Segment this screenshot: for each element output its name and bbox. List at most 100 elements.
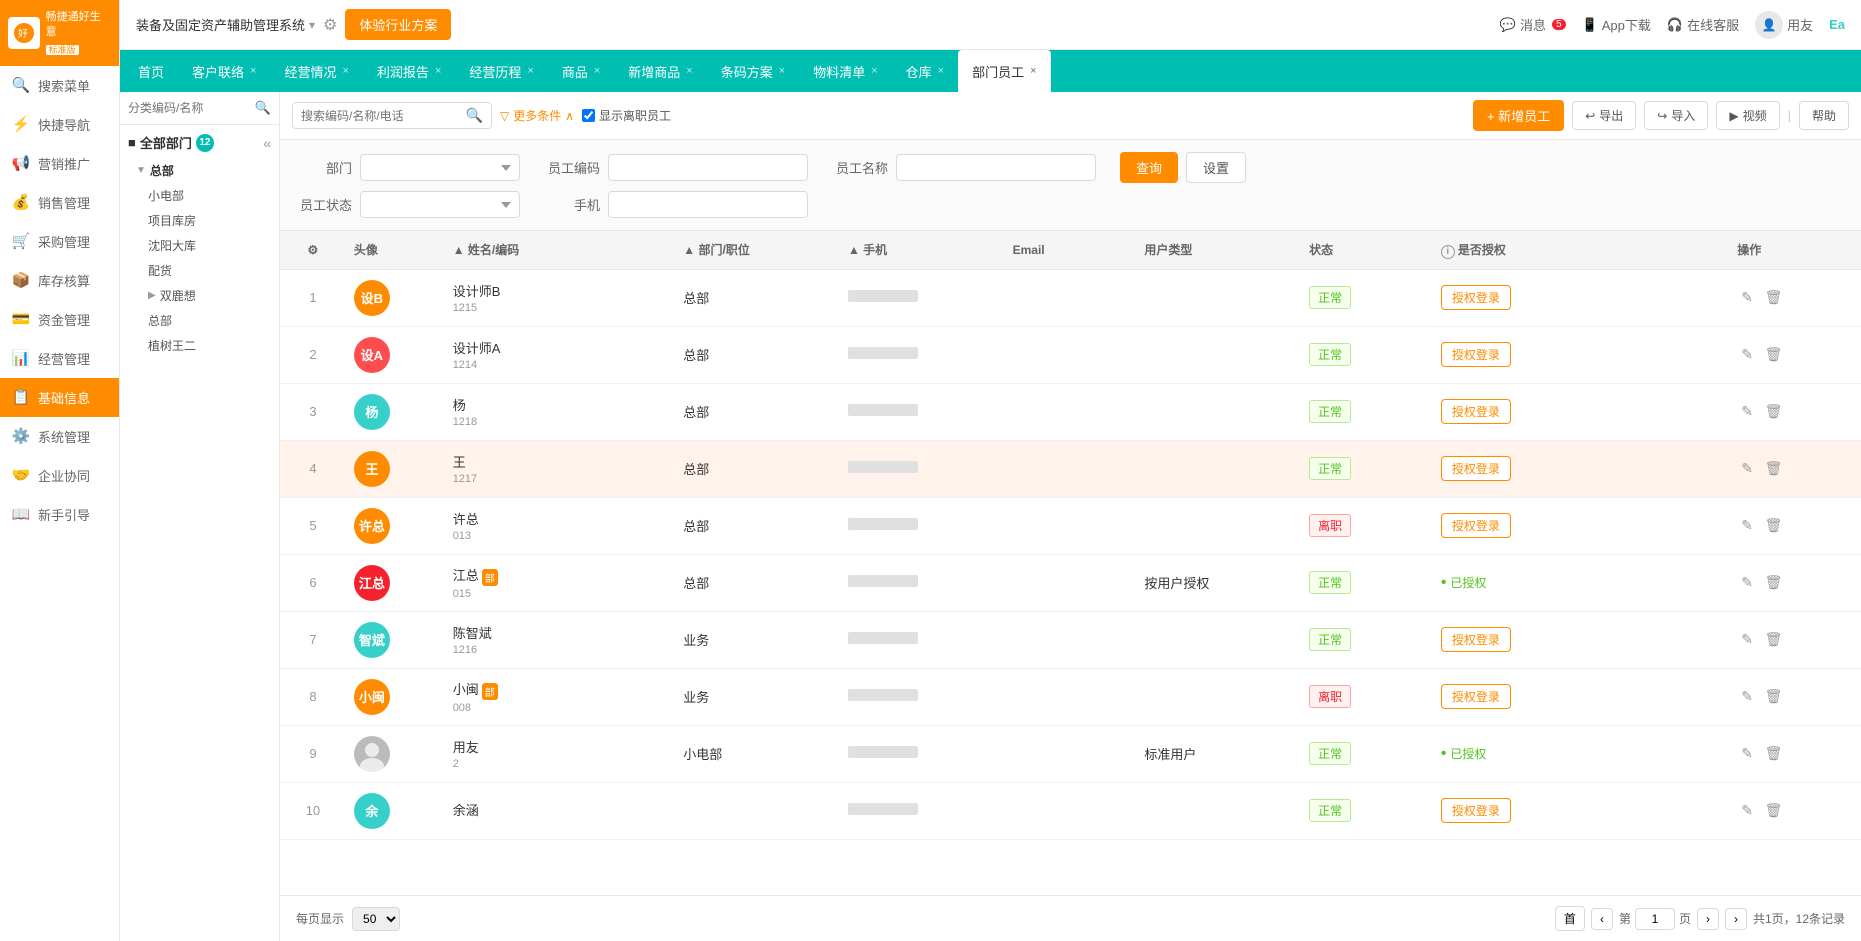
sidebar-item-销售管理[interactable]: 💰销售管理 [0, 183, 119, 222]
tab-close-icon[interactable]: × [686, 65, 692, 77]
next-page-button[interactable]: › [1697, 908, 1719, 930]
tab-close-icon[interactable]: × [871, 65, 877, 77]
col-name[interactable]: ▲ 姓名/编码 [445, 231, 676, 269]
tab-close-icon[interactable]: × [527, 65, 533, 77]
edit-button[interactable]: ✎ [1737, 458, 1757, 479]
dept-node-双鹿想[interactable]: ▶双鹿想 [128, 283, 271, 308]
employee-search-input[interactable] [301, 109, 462, 123]
sidebar-item-基础信息[interactable]: 📋基础信息 [0, 378, 119, 417]
tab-物料清单[interactable]: 物料清单× [799, 50, 891, 92]
help-button[interactable]: 帮助 [1799, 101, 1849, 130]
auth-button[interactable]: 授权登录 [1441, 627, 1511, 652]
tab-close-icon[interactable]: × [594, 65, 600, 77]
dept-search-input[interactable] [128, 101, 255, 115]
edit-button[interactable]: ✎ [1737, 344, 1757, 365]
auth-button[interactable]: 授权登录 [1441, 399, 1511, 424]
sidebar-item-库存核算[interactable]: 📦库存核算 [0, 261, 119, 300]
delete-button[interactable]: 🗑 [1761, 401, 1787, 422]
dept-node-小电部[interactable]: 小电部 [128, 183, 271, 208]
tab-close-icon[interactable]: × [938, 65, 944, 77]
query-button[interactable]: 查询 [1120, 152, 1178, 183]
message-button[interactable]: 💬 消息 5 [1500, 15, 1566, 34]
auth-button[interactable]: 授权登录 [1441, 456, 1511, 481]
delete-button[interactable]: 🗑 [1761, 743, 1787, 764]
tab-close-icon[interactable]: × [1030, 65, 1036, 77]
tab-close-icon[interactable]: × [779, 65, 785, 77]
sidebar-item-搜索菜单[interactable]: 🔍搜索菜单 [0, 66, 119, 105]
show-dimission-checkbox[interactable]: 显示离职员工 [582, 107, 671, 124]
dept-node-项目库房[interactable]: 项目库房 [128, 208, 271, 233]
sidebar-item-快捷导航[interactable]: ⚡快捷导航 [0, 105, 119, 144]
edit-button[interactable]: ✎ [1737, 800, 1757, 821]
delete-button[interactable]: 🗑 [1761, 515, 1787, 536]
import-button[interactable]: ↪ 导入 [1644, 101, 1708, 130]
sidebar-item-采购管理[interactable]: 🛒采购管理 [0, 222, 119, 261]
settings-icon[interactable]: ⚙ [323, 15, 337, 35]
add-employee-button[interactable]: + 新增员工 [1473, 100, 1564, 131]
tab-close-icon[interactable]: × [250, 65, 256, 77]
sidebar-item-系统管理[interactable]: ⚙️系统管理 [0, 417, 119, 456]
sidebar-item-新手引导[interactable]: 📖新手引导 [0, 495, 119, 534]
page-input[interactable] [1635, 908, 1675, 930]
dept-node-植树王二[interactable]: 植树王二 [128, 333, 271, 358]
delete-button[interactable]: 🗑 [1761, 344, 1787, 365]
reset-button[interactable]: 设置 [1186, 152, 1246, 183]
auth-button[interactable]: 授权登录 [1441, 342, 1511, 367]
first-page-button[interactable]: 首 [1555, 906, 1585, 931]
edit-button[interactable]: ✎ [1737, 401, 1757, 422]
dept-node-配货[interactable]: 配货 [128, 258, 271, 283]
auth-button[interactable]: 授权登录 [1441, 684, 1511, 709]
delete-button[interactable]: 🗑 [1761, 800, 1787, 821]
delete-button[interactable]: 🗑 [1761, 686, 1787, 707]
tab-条码方案[interactable]: 条码方案× [707, 50, 799, 92]
tab-新增商品[interactable]: 新增商品× [614, 50, 706, 92]
dept-all-button[interactable]: ■ 全部部门 12 [128, 133, 214, 152]
dept-node-总部[interactable]: 总部 [128, 308, 271, 333]
delete-button[interactable]: 🗑 [1761, 287, 1787, 308]
auth-button[interactable]: 授权登录 [1441, 285, 1511, 310]
dimission-checkbox[interactable] [582, 109, 595, 122]
delete-button[interactable]: 🗑 [1761, 629, 1787, 650]
emp-name-input[interactable] [896, 154, 1096, 181]
export-button[interactable]: ↩ 导出 [1572, 101, 1636, 130]
last-page-button[interactable]: › [1725, 908, 1747, 930]
trial-button[interactable]: 体验行业方案 [345, 9, 451, 40]
edit-button[interactable]: ✎ [1737, 686, 1757, 707]
tab-经营情况[interactable]: 经营情况× [270, 50, 362, 92]
tab-利润报告[interactable]: 利润报告× [363, 50, 455, 92]
dept-filter-select[interactable] [360, 154, 520, 181]
tab-部门员工[interactable]: 部门员工× [958, 50, 1050, 92]
dropdown-arrow-icon[interactable]: ▾ [309, 18, 315, 32]
edit-button[interactable]: ✎ [1737, 515, 1757, 536]
tab-客户联络[interactable]: 客户联络× [178, 50, 270, 92]
tab-首页[interactable]: 首页 [124, 50, 178, 92]
edit-button[interactable]: ✎ [1737, 743, 1757, 764]
more-filter-button[interactable]: ▽ 更多条件 ∧ [500, 107, 574, 124]
app-download-button[interactable]: 📱 App下载 [1582, 15, 1651, 34]
col-settings[interactable]: ⚙ [280, 231, 346, 269]
tab-仓库[interactable]: 仓库× [892, 50, 958, 92]
edit-button[interactable]: ✎ [1737, 629, 1757, 650]
emp-status-select[interactable] [360, 191, 520, 218]
tab-close-icon[interactable]: × [435, 65, 441, 77]
edit-button[interactable]: ✎ [1737, 572, 1757, 593]
col-dept[interactable]: ▲ 部门/职位 [675, 231, 840, 269]
tab-经营历程[interactable]: 经营历程× [455, 50, 547, 92]
sidebar-item-经营管理[interactable]: 📊经营管理 [0, 339, 119, 378]
sidebar-item-企业协同[interactable]: 🤝企业协同 [0, 456, 119, 495]
sidebar-item-营销推广[interactable]: 📢营销推广 [0, 144, 119, 183]
dept-node-总部[interactable]: ▼总部 [128, 158, 271, 183]
online-service-button[interactable]: 🎧 在线客服 [1667, 15, 1739, 34]
emp-code-input[interactable] [608, 154, 808, 181]
edit-button[interactable]: ✎ [1737, 287, 1757, 308]
view-button[interactable]: ▶ 视频 [1716, 101, 1779, 130]
page-size-select[interactable]: 50 [352, 907, 400, 931]
sidebar-item-资金管理[interactable]: 💳资金管理 [0, 300, 119, 339]
phone-input[interactable] [608, 191, 808, 218]
col-phone[interactable]: ▲ 手机 [840, 231, 1005, 269]
delete-button[interactable]: 🗑 [1761, 572, 1787, 593]
delete-button[interactable]: 🗑 [1761, 458, 1787, 479]
prev-page-button[interactable]: ‹ [1591, 908, 1613, 930]
user-avatar[interactable]: 👤 用友 [1755, 11, 1813, 39]
dept-node-沈阳大库[interactable]: 沈阳大库 [128, 233, 271, 258]
